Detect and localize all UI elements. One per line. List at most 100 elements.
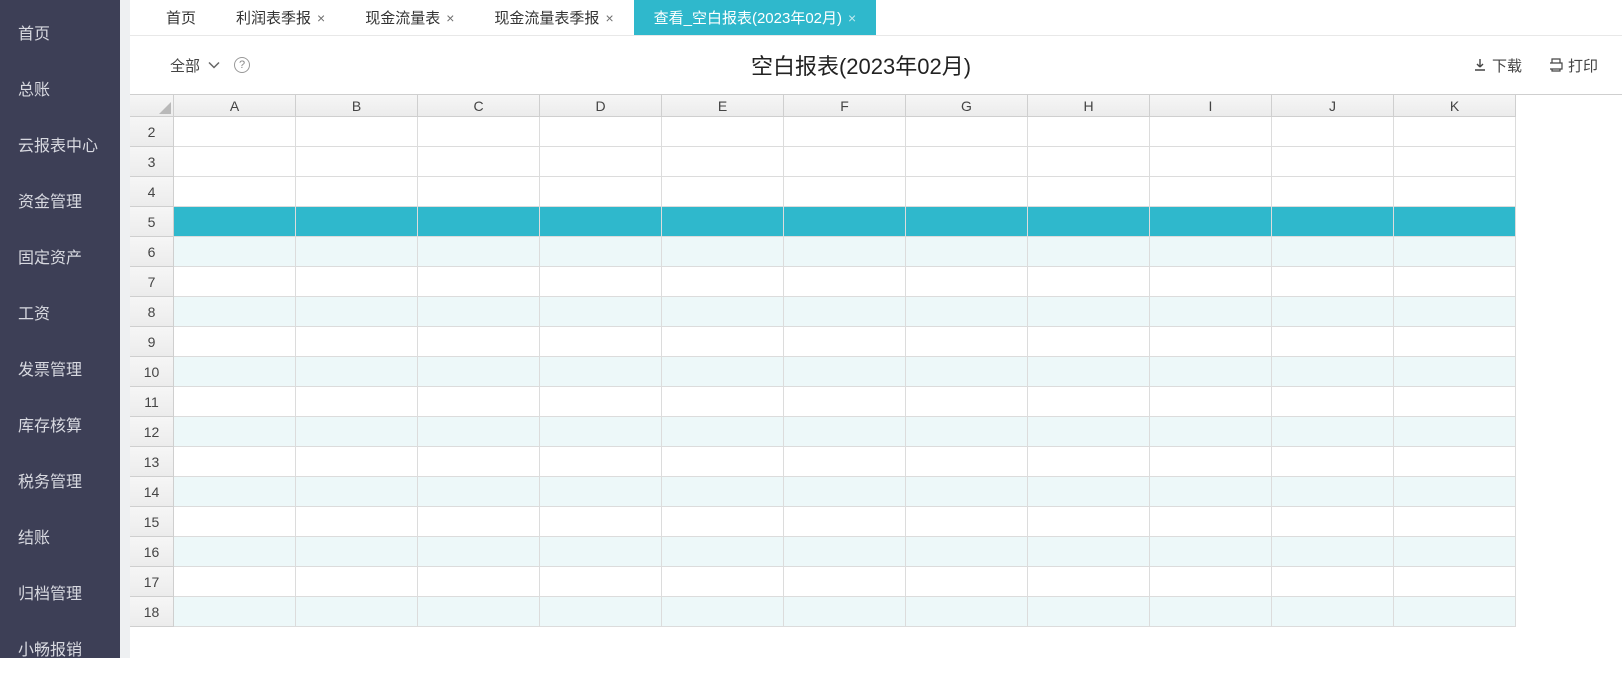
cell[interactable]	[174, 417, 296, 447]
cell[interactable]	[1272, 207, 1394, 237]
cell[interactable]	[662, 267, 784, 297]
cell[interactable]	[296, 357, 418, 387]
row-header[interactable]: 3	[130, 147, 174, 177]
cell[interactable]	[174, 177, 296, 207]
download-button[interactable]: 下载	[1472, 55, 1522, 76]
cell[interactable]	[906, 597, 1028, 627]
cell[interactable]	[418, 177, 540, 207]
cell[interactable]	[1394, 537, 1516, 567]
sidebar-item-funds[interactable]: 资金管理	[0, 172, 130, 228]
cell[interactable]	[1394, 447, 1516, 477]
row-header[interactable]: 11	[130, 387, 174, 417]
cell[interactable]	[1394, 417, 1516, 447]
cell[interactable]	[1272, 417, 1394, 447]
row-header[interactable]: 17	[130, 567, 174, 597]
row-header[interactable]: 2	[130, 117, 174, 147]
cell[interactable]	[174, 327, 296, 357]
cell[interactable]	[662, 117, 784, 147]
cell[interactable]	[1028, 117, 1150, 147]
cell[interactable]	[784, 357, 906, 387]
cell[interactable]	[540, 387, 662, 417]
cell[interactable]	[906, 447, 1028, 477]
cell[interactable]	[296, 387, 418, 417]
cell[interactable]	[1028, 447, 1150, 477]
help-icon[interactable]: ?	[234, 57, 250, 73]
cell[interactable]	[174, 387, 296, 417]
cell[interactable]	[174, 357, 296, 387]
cell[interactable]	[174, 297, 296, 327]
cell[interactable]	[296, 237, 418, 267]
cell[interactable]	[1028, 147, 1150, 177]
cell[interactable]	[1272, 567, 1394, 597]
cell[interactable]	[1394, 327, 1516, 357]
cell[interactable]	[296, 327, 418, 357]
cell[interactable]	[1028, 357, 1150, 387]
cell[interactable]	[418, 417, 540, 447]
spreadsheet[interactable]: ABCDEFGHIJK23456789101112131415161718	[130, 94, 1622, 658]
cell[interactable]	[418, 597, 540, 627]
sidebar-item-salary[interactable]: 工资	[0, 284, 130, 340]
column-header[interactable]: J	[1272, 95, 1394, 117]
cell[interactable]	[296, 267, 418, 297]
cell[interactable]	[1150, 477, 1272, 507]
cell[interactable]	[1272, 237, 1394, 267]
cell[interactable]	[1394, 117, 1516, 147]
cell[interactable]	[784, 387, 906, 417]
row-header[interactable]: 18	[130, 597, 174, 627]
cell[interactable]	[418, 237, 540, 267]
cell[interactable]	[784, 327, 906, 357]
column-header[interactable]: H	[1028, 95, 1150, 117]
cell[interactable]	[662, 417, 784, 447]
cell[interactable]	[174, 447, 296, 477]
cell[interactable]	[784, 537, 906, 567]
row-header[interactable]: 16	[130, 537, 174, 567]
cell[interactable]	[540, 477, 662, 507]
cell[interactable]	[662, 147, 784, 177]
cell[interactable]	[418, 507, 540, 537]
cell[interactable]	[418, 297, 540, 327]
cell[interactable]	[1394, 267, 1516, 297]
cell[interactable]	[1150, 177, 1272, 207]
cell[interactable]	[662, 597, 784, 627]
cell[interactable]	[906, 297, 1028, 327]
cell[interactable]	[906, 357, 1028, 387]
sidebar-item-cloud-report[interactable]: 云报表中心	[0, 116, 130, 172]
cell[interactable]	[784, 477, 906, 507]
close-icon[interactable]: ×	[605, 11, 613, 25]
cell[interactable]	[1394, 237, 1516, 267]
cell[interactable]	[1394, 477, 1516, 507]
cell[interactable]	[784, 207, 906, 237]
cell[interactable]	[296, 207, 418, 237]
cell[interactable]	[662, 567, 784, 597]
print-button[interactable]: 打印	[1548, 55, 1598, 76]
cell[interactable]	[296, 507, 418, 537]
sidebar-item-invoice[interactable]: 发票管理	[0, 340, 130, 396]
column-header[interactable]: D	[540, 95, 662, 117]
cell[interactable]	[1394, 357, 1516, 387]
cell[interactable]	[540, 357, 662, 387]
cell[interactable]	[540, 237, 662, 267]
cell[interactable]	[296, 417, 418, 447]
cell[interactable]	[1272, 597, 1394, 627]
cell[interactable]	[540, 417, 662, 447]
cell[interactable]	[784, 507, 906, 537]
cell[interactable]	[296, 447, 418, 477]
cell[interactable]	[174, 537, 296, 567]
cell[interactable]	[1272, 507, 1394, 537]
row-header[interactable]: 13	[130, 447, 174, 477]
cell[interactable]	[906, 177, 1028, 207]
cell[interactable]	[540, 507, 662, 537]
cell[interactable]	[296, 597, 418, 627]
cell[interactable]	[174, 597, 296, 627]
cell[interactable]	[174, 147, 296, 177]
cell[interactable]	[296, 147, 418, 177]
sidebar-item-fixed-assets[interactable]: 固定资产	[0, 228, 130, 284]
cell[interactable]	[540, 177, 662, 207]
row-header[interactable]: 12	[130, 417, 174, 447]
row-header[interactable]: 4	[130, 177, 174, 207]
cell[interactable]	[784, 147, 906, 177]
cell[interactable]	[1272, 537, 1394, 567]
close-icon[interactable]: ×	[848, 11, 856, 25]
sidebar-item-inventory[interactable]: 库存核算	[0, 396, 130, 452]
cell[interactable]	[662, 327, 784, 357]
